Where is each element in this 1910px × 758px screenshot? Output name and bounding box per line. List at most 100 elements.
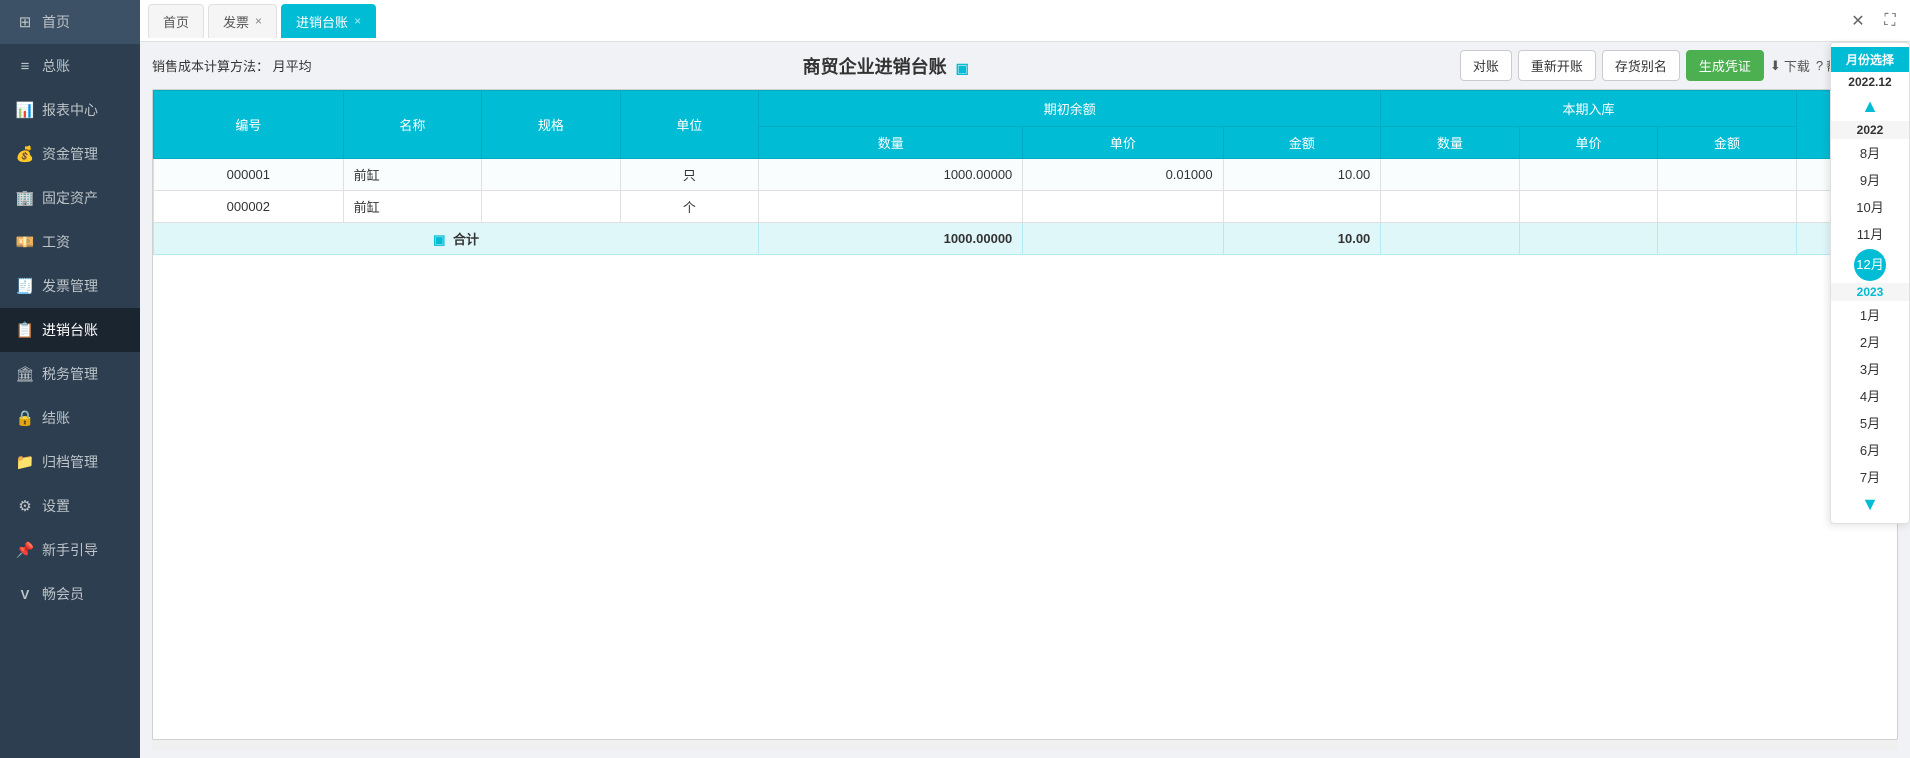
assets-icon: 🏢: [16, 189, 34, 207]
month-11[interactable]: 11月: [1831, 220, 1909, 247]
sidebar-item-tax[interactable]: 🏛 税务管理: [0, 352, 140, 396]
reconcile-button[interactable]: 对账: [1460, 50, 1512, 81]
settings-icon: ⚙: [16, 497, 34, 515]
sidebar-item-assets[interactable]: 🏢 固定资产: [0, 176, 140, 220]
cost-method-label: 销售成本计算方法：: [152, 59, 269, 74]
cell-spec-2: [482, 191, 620, 223]
guide-icon: 📌: [16, 541, 34, 559]
table-row: 000001 前缸 只 1000.00000 0.01000 10.00: [154, 159, 1897, 191]
sidebar-item-archive[interactable]: 📁 归档管理: [0, 440, 140, 484]
sidebar-item-home[interactable]: ⊞ 首页: [0, 0, 140, 44]
cell-inbound-qty-2: [1381, 191, 1519, 223]
window-controls: ✕ ⛶: [1846, 9, 1902, 33]
cell-code-2: 000002: [154, 191, 344, 223]
sidebar-item-member[interactable]: V 畅会员: [0, 572, 140, 616]
month-6[interactable]: 6月: [1831, 436, 1909, 463]
month-4[interactable]: 4月: [1831, 382, 1909, 409]
generate-voucher-button[interactable]: 生成凭证: [1686, 50, 1764, 81]
month-9[interactable]: 9月: [1831, 166, 1909, 193]
cell-inbound-price-1: [1519, 159, 1657, 191]
col-opening-amount: 金额: [1223, 127, 1381, 159]
sidebar-label-reports: 报表中心: [42, 100, 98, 120]
month-10[interactable]: 10月: [1831, 193, 1909, 220]
tab-purchase-sales-label: 进销台账: [296, 12, 348, 31]
title-edit-icon[interactable]: ▣: [956, 60, 969, 76]
tab-purchase-sales-close[interactable]: ×: [354, 14, 361, 28]
reports-icon: 📊: [16, 101, 34, 119]
month-7[interactable]: 7月: [1831, 463, 1909, 490]
horizontal-scrollbar[interactable]: [152, 740, 1898, 750]
cell-inbound-qty-1: [1381, 159, 1519, 191]
sidebar-item-closing[interactable]: 🔒 结账: [0, 396, 140, 440]
cell-code-1: 000001: [154, 159, 344, 191]
month-2[interactable]: 2月: [1831, 328, 1909, 355]
tab-home-label: 首页: [163, 12, 189, 31]
month-scroll-up[interactable]: ▲: [1831, 92, 1909, 121]
col-unit: 单位: [620, 91, 758, 159]
page-title-text: 商贸企业进销台账: [803, 57, 947, 77]
reopen-period-button[interactable]: 重新开账: [1518, 50, 1596, 81]
total-inbound-qty: [1381, 223, 1519, 255]
top-bar: 销售成本计算方法： 月平均 商贸企业进销台账 ▣ 对账 重新开账 存货别名 生成…: [152, 50, 1898, 81]
month-scroll-down[interactable]: ▼: [1831, 490, 1909, 519]
year-2022: 2022: [1831, 121, 1909, 139]
month-12-wrapper: 12月: [1831, 247, 1909, 283]
cell-opening-qty-1: 1000.00000: [759, 159, 1023, 191]
sidebar-label-ledger: 总账: [42, 56, 70, 76]
member-icon: V: [16, 585, 34, 603]
sidebar-label-tax: 税务管理: [42, 364, 98, 384]
sidebar-item-payroll[interactable]: 💴 工资: [0, 220, 140, 264]
tab-invoice[interactable]: 发票 ×: [208, 4, 277, 38]
cell-opening-qty-2: [759, 191, 1023, 223]
month-5[interactable]: 5月: [1831, 409, 1909, 436]
total-text: 合计: [453, 232, 479, 247]
sidebar-item-guide[interactable]: 📌 新手引导: [0, 528, 140, 572]
download-button[interactable]: ⬇ 下载: [1770, 56, 1810, 75]
tab-home[interactable]: 首页: [148, 4, 204, 38]
col-inbound-amount: 金额: [1658, 127, 1796, 159]
col-opening-price: 单价: [1023, 127, 1223, 159]
cell-inbound-amount-2: [1658, 191, 1796, 223]
col-code: 编号: [154, 91, 344, 159]
month-8[interactable]: 8月: [1831, 139, 1909, 166]
month-12[interactable]: 12月: [1854, 249, 1886, 281]
sidebar-label-assets: 固定资产: [42, 188, 98, 208]
tab-bar: 首页 发票 × 进销台账 × ✕ ⛶: [140, 0, 1910, 42]
archive-icon: 📁: [16, 453, 34, 471]
payroll-icon: 💴: [16, 233, 34, 251]
month-3[interactable]: 3月: [1831, 355, 1909, 382]
total-inbound-price: [1519, 223, 1657, 255]
sidebar-label-archive: 归档管理: [42, 452, 98, 472]
page-title: 商贸企业进销台账 ▣: [322, 53, 1450, 79]
current-year-display: 2022.12: [1831, 72, 1909, 92]
total-opening-amount: 10.00: [1223, 223, 1381, 255]
cell-opening-price-1: 0.01000: [1023, 159, 1223, 191]
sidebar-item-purchase-sales[interactable]: 📋 进销台账: [0, 308, 140, 352]
help-icon: ?: [1816, 58, 1823, 73]
sidebar-item-reports[interactable]: 📊 报表中心: [0, 88, 140, 132]
total-opening-price: [1023, 223, 1223, 255]
sidebar-item-funds[interactable]: 💰 资金管理: [0, 132, 140, 176]
main-table: 编号 名称 规格 单位 期初余额 本期入库 数 数量 单价 金额 数量 单价: [153, 90, 1897, 255]
tab-purchase-sales[interactable]: 进销台账 ×: [281, 4, 376, 38]
sidebar-label-invoice-mgmt: 发票管理: [42, 276, 98, 296]
sidebar-item-ledger[interactable]: ≡ 总账: [0, 44, 140, 88]
purchase-sales-icon: 📋: [16, 321, 34, 339]
total-row: ▣ 合计 1000.00000 10.00: [154, 223, 1897, 255]
sidebar-label-home: 首页: [42, 12, 70, 32]
total-opening-qty: 1000.00000: [759, 223, 1023, 255]
close-button[interactable]: ✕: [1846, 9, 1870, 33]
maximize-button[interactable]: ⛶: [1878, 9, 1902, 33]
table-container: 编号 名称 规格 单位 期初余额 本期入库 数 数量 单价 金额 数量 单价: [152, 89, 1898, 740]
sidebar-label-member: 畅会员: [42, 584, 84, 604]
cell-unit-2: 个: [620, 191, 758, 223]
col-opening-balance: 期初余额: [759, 91, 1381, 127]
cost-method: 销售成本计算方法： 月平均: [152, 56, 312, 75]
tab-invoice-close[interactable]: ×: [255, 14, 262, 28]
save-alias-button[interactable]: 存货别名: [1602, 50, 1680, 81]
sidebar-item-invoice-mgmt[interactable]: 🧾 发票管理: [0, 264, 140, 308]
total-label: ▣ 合计: [154, 223, 759, 255]
month-1[interactable]: 1月: [1831, 301, 1909, 328]
download-label: 下载: [1784, 56, 1810, 75]
sidebar-item-settings[interactable]: ⚙ 设置: [0, 484, 140, 528]
